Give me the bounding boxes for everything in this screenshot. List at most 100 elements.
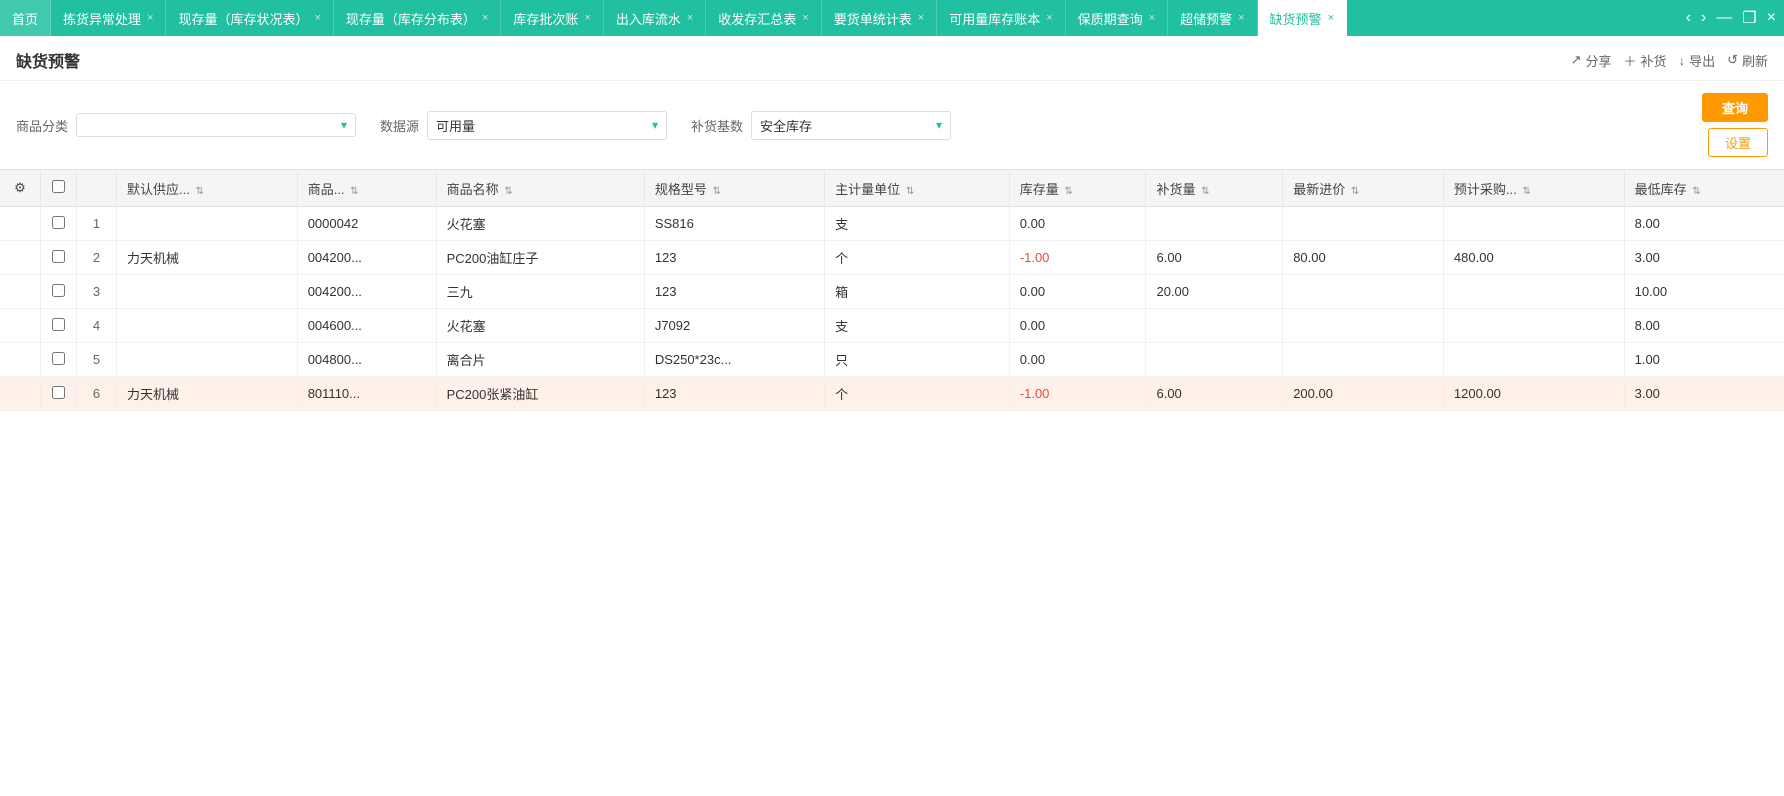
col-header-min-stock[interactable]: 最低库存 ⇅: [1624, 170, 1784, 207]
col-header-est-purchase[interactable]: 预计采购... ⇅: [1443, 170, 1624, 207]
row-est-purchase: [1443, 275, 1624, 309]
row-default-supplier: 力天机械: [117, 241, 298, 275]
share-button[interactable]: ↗ 分享: [1571, 51, 1612, 70]
datasource-select-value: 可用量: [436, 116, 475, 135]
row-min-stock: 3.00: [1624, 241, 1784, 275]
tab-home[interactable]: 首页: [0, 0, 51, 36]
datasource-select[interactable]: 可用量 ▾: [427, 111, 667, 140]
row-index: 4: [77, 309, 117, 343]
tab-order-stat[interactable]: 要货单统计表 ×: [822, 0, 937, 36]
tab-exception-close[interactable]: ×: [147, 12, 153, 24]
row-stock-qty: -1.00: [1009, 377, 1146, 411]
query-button[interactable]: 查询: [1702, 93, 1768, 122]
row-checkbox-cell[interactable]: [41, 343, 77, 377]
tab-expiry-query[interactable]: 保质期查询 ×: [1066, 0, 1168, 36]
row-checkbox-cell[interactable]: [41, 309, 77, 343]
row-est-purchase: [1443, 207, 1624, 241]
page-header: 缺货预警 ↗ 分享 ＋ 补货 ↓ 导出 ↺ 刷新: [0, 36, 1784, 81]
category-select[interactable]: ▾: [76, 113, 356, 137]
filter-restock-base-group: 补货基数 安全库存 ▾: [691, 111, 951, 140]
row-min-stock: 3.00: [1624, 377, 1784, 411]
row-checkbox[interactable]: [52, 250, 65, 263]
export-button[interactable]: ↓ 导出: [1679, 51, 1716, 70]
tab-collect-pay[interactable]: 收发存汇总表 ×: [706, 0, 821, 36]
row-latest-price: 200.00: [1283, 377, 1444, 411]
row-latest-price: [1283, 275, 1444, 309]
col-header-default-supplier[interactable]: 默认供应... ⇅: [117, 170, 298, 207]
filter-row: 商品分类 ▾ 数据源 可用量 ▾ 补货基数 安全库存 ▾ 查询 设置: [0, 81, 1784, 169]
window-minimize-button[interactable]: —: [1712, 0, 1736, 36]
row-est-purchase: 480.00: [1443, 241, 1624, 275]
tab-available-ledger-close[interactable]: ×: [1046, 12, 1052, 24]
tab-batch-account[interactable]: 库存批次账 ×: [501, 0, 603, 36]
row-checkbox[interactable]: [52, 284, 65, 297]
filter-category-group: 商品分类 ▾: [16, 113, 356, 137]
col-header-restock-qty[interactable]: 补货量 ⇅: [1146, 170, 1283, 207]
table-settings-icon[interactable]: ⚙: [10, 178, 30, 198]
window-close-button[interactable]: ×: [1763, 0, 1780, 36]
row-goods-name: PC200张紧油缸: [436, 377, 644, 411]
tab-inventory-status-close[interactable]: ×: [314, 12, 320, 24]
sort-stock-qty-icon: ⇅: [1064, 186, 1072, 197]
data-table: ⚙ 默认供应... ⇅ 商品... ⇅ 商品名称: [0, 169, 1784, 411]
row-checkbox-cell[interactable]: [41, 275, 77, 309]
col-header-spec[interactable]: 规格型号 ⇅: [644, 170, 824, 207]
row-checkbox[interactable]: [52, 216, 65, 229]
row-index: 6: [77, 377, 117, 411]
row-checkbox[interactable]: [52, 386, 65, 399]
tab-collect-pay-close[interactable]: ×: [802, 12, 808, 24]
row-checkbox[interactable]: [52, 352, 65, 365]
tab-inventory-dist[interactable]: 现存量（库存分布表） ×: [334, 0, 501, 36]
sort-spec-icon: ⇅: [712, 186, 720, 197]
row-goods-code: 004600...: [297, 309, 436, 343]
row-goods-name: 火花塞: [436, 207, 644, 241]
share-icon: ↗: [1571, 52, 1582, 68]
row-latest-price: [1283, 309, 1444, 343]
tab-inout-flow[interactable]: 出入库流水 ×: [604, 0, 706, 36]
row-stock-qty: -1.00: [1009, 241, 1146, 275]
restock-button[interactable]: ＋ 补货: [1624, 51, 1667, 70]
col-header-checkbox[interactable]: [41, 170, 77, 207]
col-header-goods-code[interactable]: 商品... ⇅: [297, 170, 436, 207]
tab-inout-flow-close[interactable]: ×: [687, 12, 693, 24]
col-header-latest-price[interactable]: 最新进价 ⇅: [1283, 170, 1444, 207]
table-row: 4 004600... 火花塞 J7092 支 0.00 8.00: [0, 309, 1784, 343]
col-header-unit[interactable]: 主计量单位 ⇅: [825, 170, 1010, 207]
sort-default-supplier-icon: ⇅: [195, 186, 203, 197]
row-checkbox-cell[interactable]: [41, 241, 77, 275]
col-header-goods-name[interactable]: 商品名称 ⇅: [436, 170, 644, 207]
row-unit: 支: [825, 309, 1010, 343]
refresh-button[interactable]: ↺ 刷新: [1727, 51, 1768, 70]
tab-available-ledger[interactable]: 可用量库存账本 ×: [937, 0, 1065, 36]
restock-icon: ＋: [1624, 51, 1637, 70]
row-checkbox-cell[interactable]: [41, 207, 77, 241]
sort-goods-name-icon: ⇅: [504, 186, 512, 197]
tab-shortage-warning-close[interactable]: ×: [1328, 12, 1334, 24]
tab-prev-button[interactable]: ‹: [1682, 0, 1695, 36]
tab-batch-account-close[interactable]: ×: [584, 12, 590, 24]
tab-next-button[interactable]: ›: [1697, 0, 1710, 36]
row-min-stock: 10.00: [1624, 275, 1784, 309]
tab-inventory-dist-close[interactable]: ×: [482, 12, 488, 24]
tab-overstock-warning-close[interactable]: ×: [1238, 12, 1244, 24]
tab-order-stat-close[interactable]: ×: [918, 12, 924, 24]
tab-inventory-status[interactable]: 现存量（库存状况表） ×: [166, 0, 333, 36]
row-checkbox[interactable]: [52, 318, 65, 331]
select-all-checkbox[interactable]: [52, 180, 65, 193]
row-spec: 123: [644, 275, 824, 309]
tab-shortage-warning[interactable]: 缺货预警 ×: [1258, 0, 1347, 36]
row-goods-code: 0000042: [297, 207, 436, 241]
col-header-settings[interactable]: ⚙: [0, 170, 41, 207]
tab-expiry-query-close[interactable]: ×: [1149, 12, 1155, 24]
tab-exception[interactable]: 拣货异常处理 ×: [51, 0, 166, 36]
row-spec: DS250*23c...: [644, 343, 824, 377]
settings-button[interactable]: 设置: [1708, 128, 1768, 157]
table-row: 6 力天机械 801110... PC200张紧油缸 123 个 -1.00 6…: [0, 377, 1784, 411]
tab-overstock-warning[interactable]: 超储预警 ×: [1168, 0, 1257, 36]
window-restore-button[interactable]: ❐: [1738, 0, 1760, 36]
row-checkbox-cell[interactable]: [41, 377, 77, 411]
restock-base-select[interactable]: 安全库存 ▾: [751, 111, 951, 140]
sort-goods-code-icon: ⇅: [350, 186, 358, 197]
col-header-stock-qty[interactable]: 库存量 ⇅: [1009, 170, 1146, 207]
tab-nav-controls: ‹ › — ❐ ×: [1678, 0, 1784, 36]
